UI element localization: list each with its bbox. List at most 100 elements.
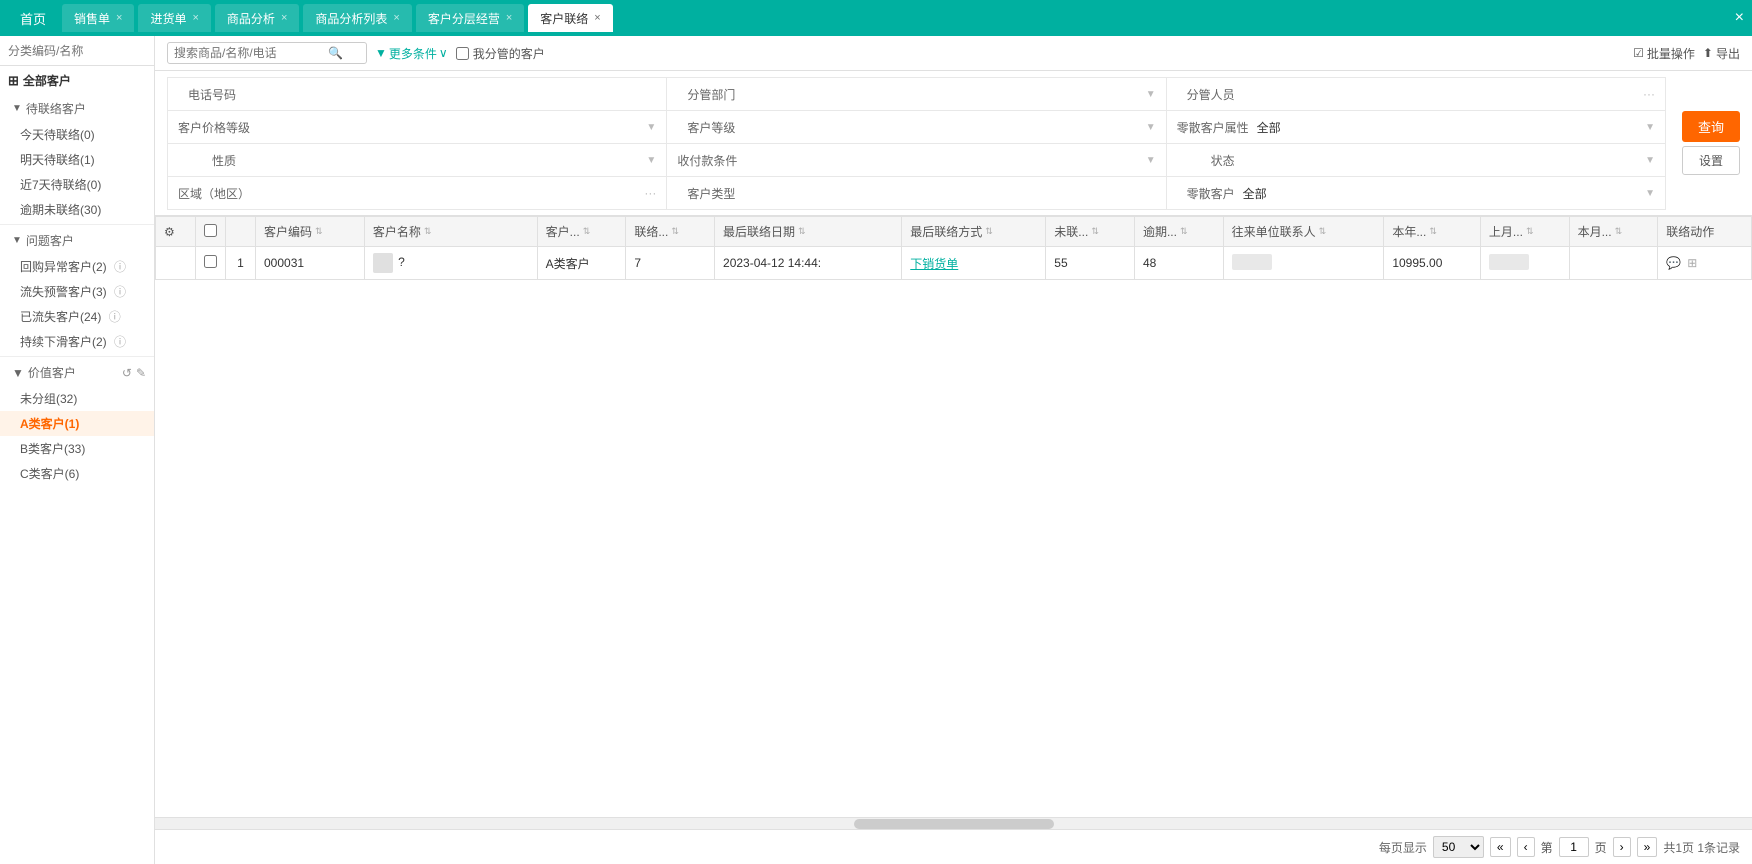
sidebar-item-lost[interactable]: 已流失客户(24) ⓘ bbox=[0, 304, 154, 329]
retail-attr-label: 零散客户属性 bbox=[1177, 119, 1249, 136]
last-page-btn[interactable]: » bbox=[1637, 837, 1658, 857]
grid-icon-action[interactable]: ⊞ bbox=[1687, 256, 1697, 270]
col-customer-type[interactable]: 客户...⇅ bbox=[537, 217, 626, 247]
nav-tab-customer-segment[interactable]: 客户分层经营 × bbox=[416, 4, 524, 32]
col-customer-code[interactable]: 客户编码⇅ bbox=[256, 217, 365, 247]
person-dots-btn[interactable]: ··· bbox=[1643, 87, 1655, 101]
col-last-contact-method[interactable]: 最后联络方式⇅ bbox=[902, 217, 1046, 247]
cell-checkbox bbox=[196, 247, 226, 280]
row-checkbox[interactable] bbox=[204, 255, 217, 268]
col-contact-count[interactable]: 联络...⇅ bbox=[626, 217, 715, 247]
close-product-analysis[interactable]: × bbox=[281, 12, 287, 24]
sidebar-item-class-a[interactable]: A类客户(1) bbox=[0, 411, 154, 436]
col-settings[interactable]: ⚙ bbox=[156, 217, 196, 247]
filter-search-input[interactable] bbox=[174, 46, 324, 60]
price-level-arrow[interactable]: ▼ bbox=[646, 122, 656, 133]
dept-dropdown-arrow[interactable]: ▼ bbox=[1146, 89, 1156, 100]
nav-tab-customer-contact[interactable]: 客户联络 × bbox=[528, 4, 612, 32]
nav-tab-product-analysis[interactable]: 商品分析 × bbox=[215, 4, 299, 32]
col-unit-contact[interactable]: 往来单位联系人⇅ bbox=[1223, 217, 1384, 247]
per-page-select[interactable]: 50 20 100 bbox=[1433, 836, 1484, 858]
cell-contact-action: 💬 ⊞ bbox=[1658, 247, 1752, 280]
col-last-contact-date[interactable]: 最后联络日期⇅ bbox=[715, 217, 902, 247]
sidebar-group-pending-contact[interactable]: ▼ 待联络客户 bbox=[0, 95, 154, 122]
retail-customer-arrow[interactable]: ▼ bbox=[1645, 188, 1655, 199]
sidebar-item-tomorrow[interactable]: 明天待联络(1) bbox=[0, 147, 154, 172]
refresh-icon[interactable]: ↺ bbox=[122, 366, 132, 380]
col-customer-name[interactable]: 客户名称⇅ bbox=[364, 217, 537, 247]
next-page-btn[interactable]: › bbox=[1613, 837, 1631, 857]
page-suffix: 页 bbox=[1595, 839, 1607, 856]
total-records-label: 共1页 1条记录 bbox=[1663, 839, 1740, 856]
cell-not-contacted: 55 bbox=[1046, 247, 1135, 280]
sidebar-item-today[interactable]: 今天待联络(0) bbox=[0, 122, 154, 147]
my-customers-checkbox-label[interactable]: 我分管的客户 bbox=[456, 45, 545, 62]
my-customers-checkbox[interactable] bbox=[456, 47, 469, 60]
sidebar-item-lost-potential[interactable]: 流失预警客户(3) ⓘ bbox=[0, 279, 154, 304]
close-customer-contact[interactable]: × bbox=[594, 12, 600, 24]
payment-arrow[interactable]: ▼ bbox=[1146, 155, 1156, 166]
contact-method-link[interactable]: 下销货单 bbox=[910, 257, 958, 271]
nav-tab-product-analysis-list[interactable]: 商品分析列表 × bbox=[303, 4, 411, 32]
close-purchase-order[interactable]: × bbox=[192, 12, 198, 24]
close-all-tabs[interactable]: × bbox=[1735, 9, 1744, 27]
sidebar-item-overdue[interactable]: 逾期未联络(30) bbox=[0, 197, 154, 222]
nav-tab-purchase-order[interactable]: 进货单 × bbox=[138, 4, 210, 32]
col-overdue[interactable]: 逾期...⇅ bbox=[1134, 217, 1223, 247]
cell-contact-count: 7 bbox=[626, 247, 715, 280]
edit-icon[interactable]: ✎ bbox=[136, 366, 146, 380]
horizontal-scrollbar[interactable] bbox=[155, 817, 1752, 829]
col-this-month[interactable]: 本月...⇅ bbox=[1569, 217, 1658, 247]
export-btn[interactable]: ⬆ 导出 bbox=[1703, 45, 1740, 62]
sidebar-item-persistent-lost[interactable]: 持续下滑客户(2) ⓘ bbox=[0, 329, 154, 354]
nav-tab-home[interactable]: 首页 bbox=[8, 9, 58, 28]
sidebar-search-input[interactable] bbox=[8, 44, 155, 58]
phone-input[interactable] bbox=[244, 87, 656, 101]
col-this-year[interactable]: 本年...⇅ bbox=[1384, 217, 1481, 247]
settings-button[interactable]: 设置 bbox=[1682, 146, 1740, 175]
customer-level-arrow[interactable]: ▼ bbox=[1146, 122, 1156, 133]
cell-last-contact-method[interactable]: 下销货单 bbox=[902, 247, 1046, 280]
all-customers-header[interactable]: ⊞ 全部客户 bbox=[0, 66, 154, 95]
col-checkbox bbox=[196, 217, 226, 247]
sidebar: 🔍 ◀ ⊞ 全部客户 ▼ 待联络客户 今天待联络(0) 明天待联络(1) 近7天… bbox=[0, 36, 155, 864]
sidebar-item-unclassified[interactable]: 未分组(32) bbox=[0, 386, 154, 411]
filter-search-icon[interactable]: 🔍 bbox=[328, 46, 343, 60]
close-product-analysis-list[interactable]: × bbox=[393, 12, 399, 24]
query-button[interactable]: 查询 bbox=[1682, 111, 1740, 142]
scrollbar-thumb[interactable] bbox=[854, 819, 1054, 829]
sidebar-group-value-customers[interactable]: ▼ 价值客户 ↺ ✎ bbox=[0, 359, 154, 386]
status-label: 状态 bbox=[1177, 152, 1235, 169]
col-not-contacted[interactable]: 未联...⇅ bbox=[1046, 217, 1135, 247]
sort-icon-6: ⇅ bbox=[985, 226, 993, 237]
status-arrow[interactable]: ▼ bbox=[1645, 155, 1655, 166]
first-page-btn[interactable]: « bbox=[1490, 837, 1511, 857]
filter-cell-person: 分管人员 ··· bbox=[1167, 78, 1665, 110]
unit-contact-placeholder bbox=[1232, 254, 1272, 270]
sidebar-item-repeat-abnormal[interactable]: 回购异常客户(2) ⓘ bbox=[0, 254, 154, 279]
nature-arrow[interactable]: ▼ bbox=[646, 155, 656, 166]
nav-tab-sales-order[interactable]: 销售单 × bbox=[62, 4, 134, 32]
close-customer-segment[interactable]: × bbox=[506, 12, 512, 24]
sidebar-item-near7days[interactable]: 近7天待联络(0) bbox=[0, 172, 154, 197]
col-last-month[interactable]: 上月...⇅ bbox=[1480, 217, 1569, 247]
retail-attr-value: 全部 bbox=[1257, 119, 1645, 136]
chat-icon[interactable]: 💬 bbox=[1666, 256, 1681, 270]
more-conditions-btn[interactable]: ▼ 更多条件 ∨ bbox=[375, 45, 448, 62]
sidebar-item-class-b[interactable]: B类客户(33) bbox=[0, 436, 154, 461]
prev-page-btn[interactable]: ‹ bbox=[1517, 837, 1535, 857]
region-dots-btn[interactable]: ··· bbox=[644, 186, 656, 200]
cell-customer-name[interactable]: ? bbox=[364, 247, 537, 280]
cell-customer-code[interactable]: 000031 bbox=[256, 247, 365, 280]
page-input[interactable] bbox=[1559, 837, 1589, 857]
settings-icon[interactable]: ⚙ bbox=[164, 225, 175, 239]
sidebar-item-class-c[interactable]: C类客户(6) bbox=[0, 461, 154, 486]
sidebar-group-problem-customers[interactable]: ▼ 问题客户 bbox=[0, 227, 154, 254]
phone-label: 电话号码 bbox=[178, 86, 236, 103]
select-all-checkbox[interactable] bbox=[204, 224, 217, 237]
bulk-op-btn[interactable]: ☑ 批量操作 bbox=[1633, 45, 1695, 62]
arrow-down-icon-2: ▼ bbox=[12, 235, 22, 246]
filter-cell-retail-customer: 零散客户 全部 ▼ bbox=[1167, 177, 1665, 209]
retail-attr-arrow[interactable]: ▼ bbox=[1645, 122, 1655, 133]
close-sales-order[interactable]: × bbox=[116, 12, 122, 24]
